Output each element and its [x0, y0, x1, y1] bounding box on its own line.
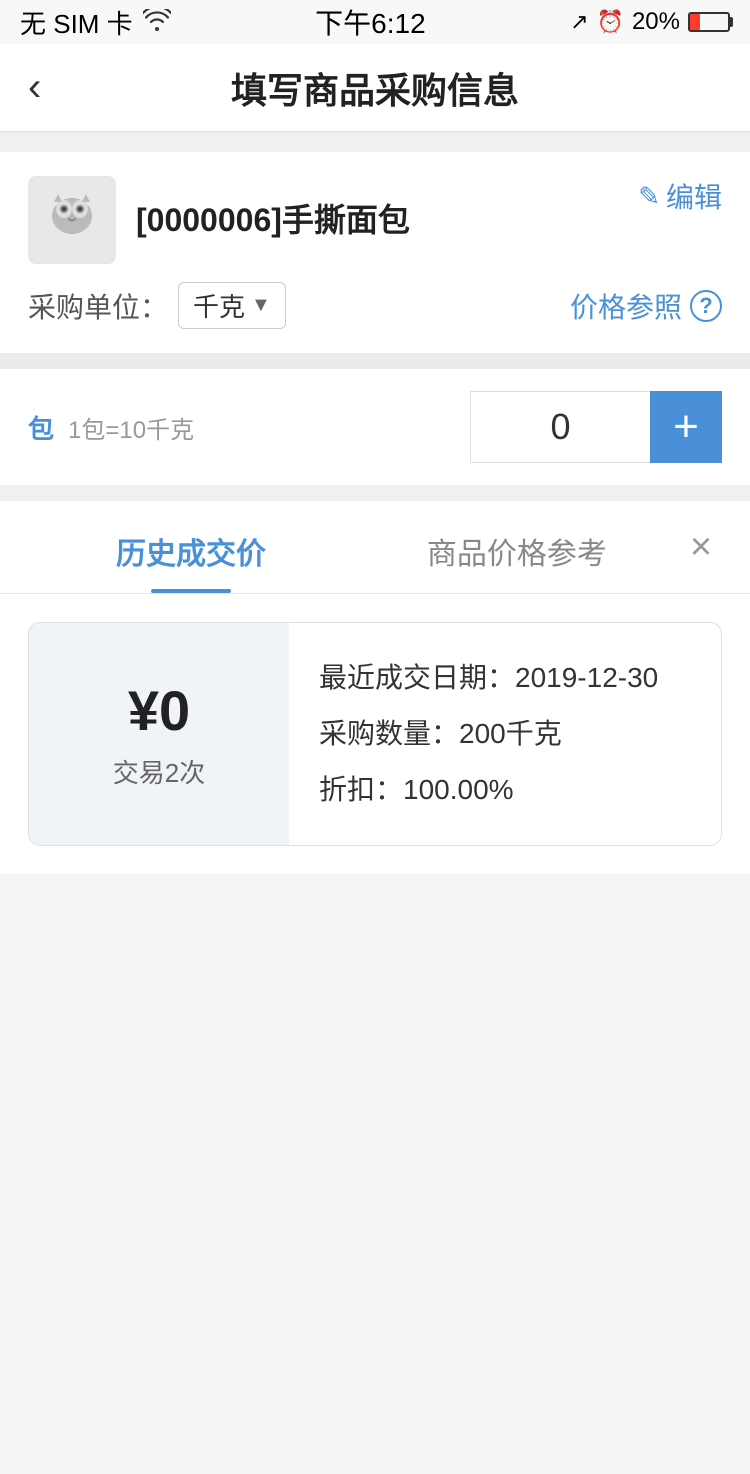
unit-label: 采购单位：	[28, 286, 168, 326]
help-icon: ?	[690, 290, 722, 322]
tab-bar: 历史成交价 商品价格参考 ×	[0, 501, 750, 594]
tx-discount: 折扣：100.00%	[319, 769, 691, 811]
status-right: ↗ ⏰ 20%	[570, 8, 730, 36]
unit-value: 千克	[193, 287, 245, 324]
edit-button[interactable]: ✎ 编辑	[638, 176, 722, 216]
battery-pct: 20%	[632, 8, 680, 36]
back-button[interactable]: ‹	[28, 65, 41, 110]
transaction-card: ¥0 交易2次 最近成交日期：2019-12-30 采购数量：200千克 折扣：…	[28, 622, 722, 846]
recent-date-value: 2019-12-30	[515, 662, 658, 693]
status-bar: 无 SIM 卡 下午6:12 ↗ ⏰ 20%	[0, 0, 750, 44]
transaction-list: ¥0 交易2次 最近成交日期：2019-12-30 采购数量：200千克 折扣：…	[0, 594, 750, 874]
carrier-text: 无 SIM 卡	[20, 4, 133, 41]
quantity-input-group: +	[470, 391, 722, 463]
discount-value: 100.00%	[403, 774, 514, 805]
discount-label: 折扣：	[319, 774, 403, 805]
nav-bar: ‹ 填写商品采购信息	[0, 44, 750, 132]
dropdown-arrow-icon: ▼	[251, 294, 271, 317]
quantity-label: 包 1包=10千克	[28, 409, 194, 446]
tx-trade-count: 交易2次	[113, 753, 205, 790]
tx-recent-date: 最近成交日期：2019-12-30	[319, 657, 691, 699]
price-reference-button[interactable]: 价格参照 ?	[570, 286, 722, 326]
product-thumbnail	[28, 176, 116, 264]
quantity-detail-label: 采购数量：	[319, 718, 459, 749]
price-ref-label: 价格参照	[570, 286, 682, 326]
tab-close-button[interactable]: ×	[680, 506, 722, 589]
alarm-icon: ⏰	[597, 9, 624, 35]
quantity-row: 包 1包=10千克 +	[0, 369, 750, 485]
status-left: 无 SIM 卡	[20, 4, 171, 41]
product-header: [0000006]手撕面包 ✎ 编辑	[28, 176, 722, 264]
product-card: [0000006]手撕面包 ✎ 编辑 采购单位： 千克 ▼ 价格参照 ?	[0, 152, 750, 353]
location-icon: ↗	[570, 9, 588, 35]
tab-section: 历史成交价 商品价格参考 × ¥0 交易2次 最近成交日期：2019-12-30…	[0, 501, 750, 874]
recent-date-label: 最近成交日期：	[319, 662, 515, 693]
main-content-area	[0, 874, 750, 1474]
tab-history-price[interactable]: 历史成交价	[28, 501, 354, 593]
unit-select-dropdown[interactable]: 千克 ▼	[178, 282, 286, 329]
quantity-detail-value: 200千克	[459, 718, 562, 749]
product-left: [0000006]手撕面包	[28, 176, 410, 264]
currency-symbol: ¥	[128, 679, 159, 742]
quantity-plus-button[interactable]: +	[650, 391, 722, 463]
wifi-icon	[143, 7, 171, 38]
product-logo-icon	[42, 184, 102, 256]
price-value: 0	[159, 679, 190, 742]
tx-price: ¥0	[128, 678, 190, 743]
status-time: 下午6:12	[315, 2, 426, 42]
unit-equiv: 1包=10千克	[68, 410, 194, 445]
tx-quantity: 采购数量：200千克	[319, 713, 691, 755]
quantity-input[interactable]	[470, 391, 650, 463]
tab-price-reference[interactable]: 商品价格参考	[354, 501, 680, 593]
edit-icon: ✎	[638, 181, 660, 212]
edit-label: 编辑	[666, 176, 722, 216]
tx-price-section: ¥0 交易2次	[29, 623, 289, 845]
tx-details-section: 最近成交日期：2019-12-30 采购数量：200千克 折扣：100.00%	[289, 623, 721, 845]
page-title: 填写商品采购信息	[231, 62, 519, 114]
tab-price-ref-label: 商品价格参考	[427, 538, 607, 571]
section-divider	[0, 353, 750, 369]
product-name: [0000006]手撕面包	[136, 198, 410, 243]
unit-badge: 包	[28, 409, 54, 446]
product-footer: 采购单位： 千克 ▼ 价格参照 ?	[28, 282, 722, 329]
unit-section: 采购单位： 千克 ▼	[28, 282, 286, 329]
battery-icon	[688, 12, 730, 32]
tab-history-label: 历史成交价	[116, 538, 266, 571]
